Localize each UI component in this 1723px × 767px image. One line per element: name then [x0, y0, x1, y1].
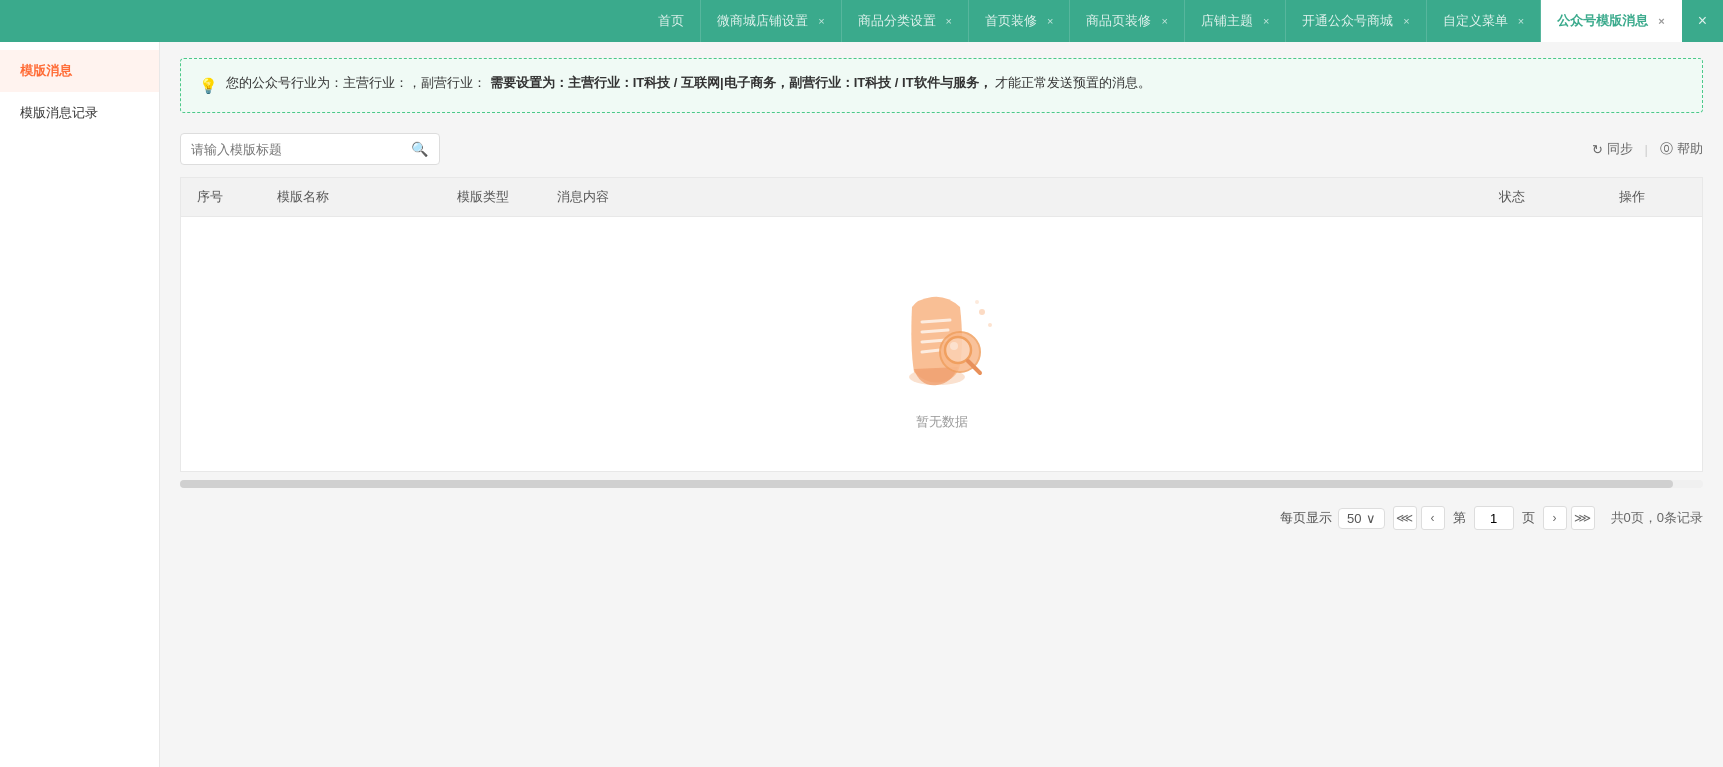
svg-point-11	[988, 323, 992, 327]
svg-point-9	[950, 342, 958, 350]
page-label: 第	[1453, 509, 1466, 527]
bulb-icon: 💡	[199, 74, 218, 98]
col-header-name: 模版名称	[261, 178, 441, 217]
help-icon: ⓪	[1660, 140, 1673, 158]
sync-icon: ↻	[1592, 142, 1603, 157]
main-layout: 模版消息模版消息记录 💡 您的公众号行业为：主营行业：，副营行业： 需要设置为：…	[0, 42, 1723, 767]
empty-state: 暂无数据	[181, 217, 1702, 471]
table-body: 暂无数据	[181, 217, 1703, 472]
help-button[interactable]: ⓪ 帮助	[1660, 140, 1703, 158]
col-header-content: 消息内容	[541, 178, 1483, 217]
tab-category[interactable]: 商品分类设置 ×	[842, 0, 969, 42]
tab-home-decor[interactable]: 首页装修 ×	[969, 0, 1070, 42]
table-head: 序号模版名称模版类型消息内容状态操作	[181, 178, 1703, 217]
last-page-button[interactable]: ⋙	[1571, 506, 1595, 530]
svg-line-4	[922, 350, 940, 352]
empty-illustration	[882, 277, 1002, 397]
tab-close-open-mall[interactable]: ×	[1403, 15, 1409, 27]
close-all-button[interactable]: ×	[1682, 12, 1723, 30]
tab-close-product-decor[interactable]: ×	[1161, 15, 1167, 27]
horizontal-scrollbar[interactable]	[180, 480, 1703, 488]
tab-close-template-msg[interactable]: ×	[1658, 15, 1664, 27]
search-input-wrap: 🔍	[180, 133, 440, 165]
pagination: 每页显示 50 ∨ ⋘ ‹ 第 页 › ⋙ 共0页，0条记录	[180, 496, 1703, 534]
tab-label-home: 首页	[658, 12, 684, 30]
tab-bar: 首页微商城店铺设置×商品分类设置×首页装修×商品页装修×店铺主题×开通公众号商城…	[0, 0, 1723, 42]
sidebar: 模版消息模版消息记录	[0, 42, 160, 767]
search-input[interactable]	[191, 142, 411, 157]
notice-box: 💡 您的公众号行业为：主营行业：，副营行业： 需要设置为：主营行业：IT科技 /…	[180, 58, 1703, 113]
per-page-selector: 每页显示 50 ∨	[1280, 508, 1384, 529]
toolbar-right: ↻ 同步 | ⓪ 帮助	[1592, 140, 1703, 158]
data-table: 序号模版名称模版类型消息内容状态操作	[180, 177, 1703, 472]
page-number-input[interactable]	[1474, 506, 1514, 530]
tab-label-category: 商品分类设置	[858, 12, 936, 30]
tab-label-home-decor: 首页装修	[985, 12, 1037, 30]
toolbar-divider: |	[1645, 142, 1648, 157]
notice-text: 您的公众号行业为：主营行业：，副营行业： 需要设置为：主营行业：IT科技 / 互…	[226, 73, 1151, 94]
tab-label-open-mall: 开通公众号商城	[1302, 12, 1393, 30]
per-page-label: 每页显示	[1280, 509, 1332, 527]
search-button[interactable]: 🔍	[411, 141, 428, 157]
sidebar-item-template-log[interactable]: 模版消息记录	[0, 92, 159, 134]
svg-point-10	[979, 309, 985, 315]
per-page-value: 50	[1347, 511, 1361, 526]
page-unit: 页	[1522, 509, 1535, 527]
col-header-type: 模版类型	[441, 178, 541, 217]
page-navigation: ⋘ ‹ 第 页 › ⋙	[1393, 506, 1595, 530]
scroll-thumb[interactable]	[180, 480, 1673, 488]
col-header-status: 状态	[1483, 178, 1603, 217]
tab-shop-theme[interactable]: 店铺主题 ×	[1185, 0, 1286, 42]
tab-close-home-decor[interactable]: ×	[1047, 15, 1053, 27]
tab-custom-menu[interactable]: 自定义菜单 ×	[1427, 0, 1541, 42]
chevron-down-icon: ∨	[1366, 511, 1376, 526]
tab-template-msg[interactable]: 公众号模版消息 ×	[1541, 0, 1681, 42]
svg-line-2	[922, 330, 948, 332]
per-page-dropdown[interactable]: 50 ∨	[1338, 508, 1384, 529]
table-header-row: 序号模版名称模版类型消息内容状态操作	[181, 178, 1703, 217]
total-info: 共0页，0条记录	[1611, 509, 1703, 527]
sync-label: 同步	[1607, 140, 1633, 158]
tab-label-micro-shop: 微商城店铺设置	[717, 12, 808, 30]
svg-line-1	[922, 320, 950, 322]
tab-label-product-decor: 商品页装修	[1086, 12, 1151, 30]
tab-product-decor[interactable]: 商品页装修 ×	[1070, 0, 1184, 42]
tab-label-custom-menu: 自定义菜单	[1443, 12, 1508, 30]
notice-highlight: 需要设置为：主营行业：IT科技 / 互联网|电子商务，副营行业：IT科技 / I…	[490, 75, 992, 90]
first-page-button[interactable]: ⋘	[1393, 506, 1417, 530]
tab-micro-shop[interactable]: 微商城店铺设置 ×	[701, 0, 841, 42]
empty-text: 暂无数据	[916, 413, 968, 431]
svg-point-12	[975, 300, 979, 304]
tab-label-shop-theme: 店铺主题	[1201, 12, 1253, 30]
help-label: 帮助	[1677, 140, 1703, 158]
tab-close-micro-shop[interactable]: ×	[818, 15, 824, 27]
empty-row: 暂无数据	[181, 217, 1703, 472]
prev-page-button[interactable]: ‹	[1421, 506, 1445, 530]
tab-open-mall[interactable]: 开通公众号商城 ×	[1286, 0, 1426, 42]
next-page-button[interactable]: ›	[1543, 506, 1567, 530]
tab-home[interactable]: 首页	[642, 0, 701, 42]
tab-close-custom-menu[interactable]: ×	[1518, 15, 1524, 27]
tab-close-category[interactable]: ×	[946, 15, 952, 27]
tab-label-template-msg: 公众号模版消息	[1557, 12, 1648, 30]
col-header-seq: 序号	[181, 178, 261, 217]
search-bar: 🔍 ↻ 同步 | ⓪ 帮助	[180, 133, 1703, 165]
sync-button[interactable]: ↻ 同步	[1592, 140, 1633, 158]
col-header-actions: 操作	[1603, 178, 1703, 217]
content-area: 💡 您的公众号行业为：主营行业：，副营行业： 需要设置为：主营行业：IT科技 /…	[160, 42, 1723, 767]
tab-close-shop-theme[interactable]: ×	[1263, 15, 1269, 27]
sidebar-item-template-msg[interactable]: 模版消息	[0, 50, 159, 92]
